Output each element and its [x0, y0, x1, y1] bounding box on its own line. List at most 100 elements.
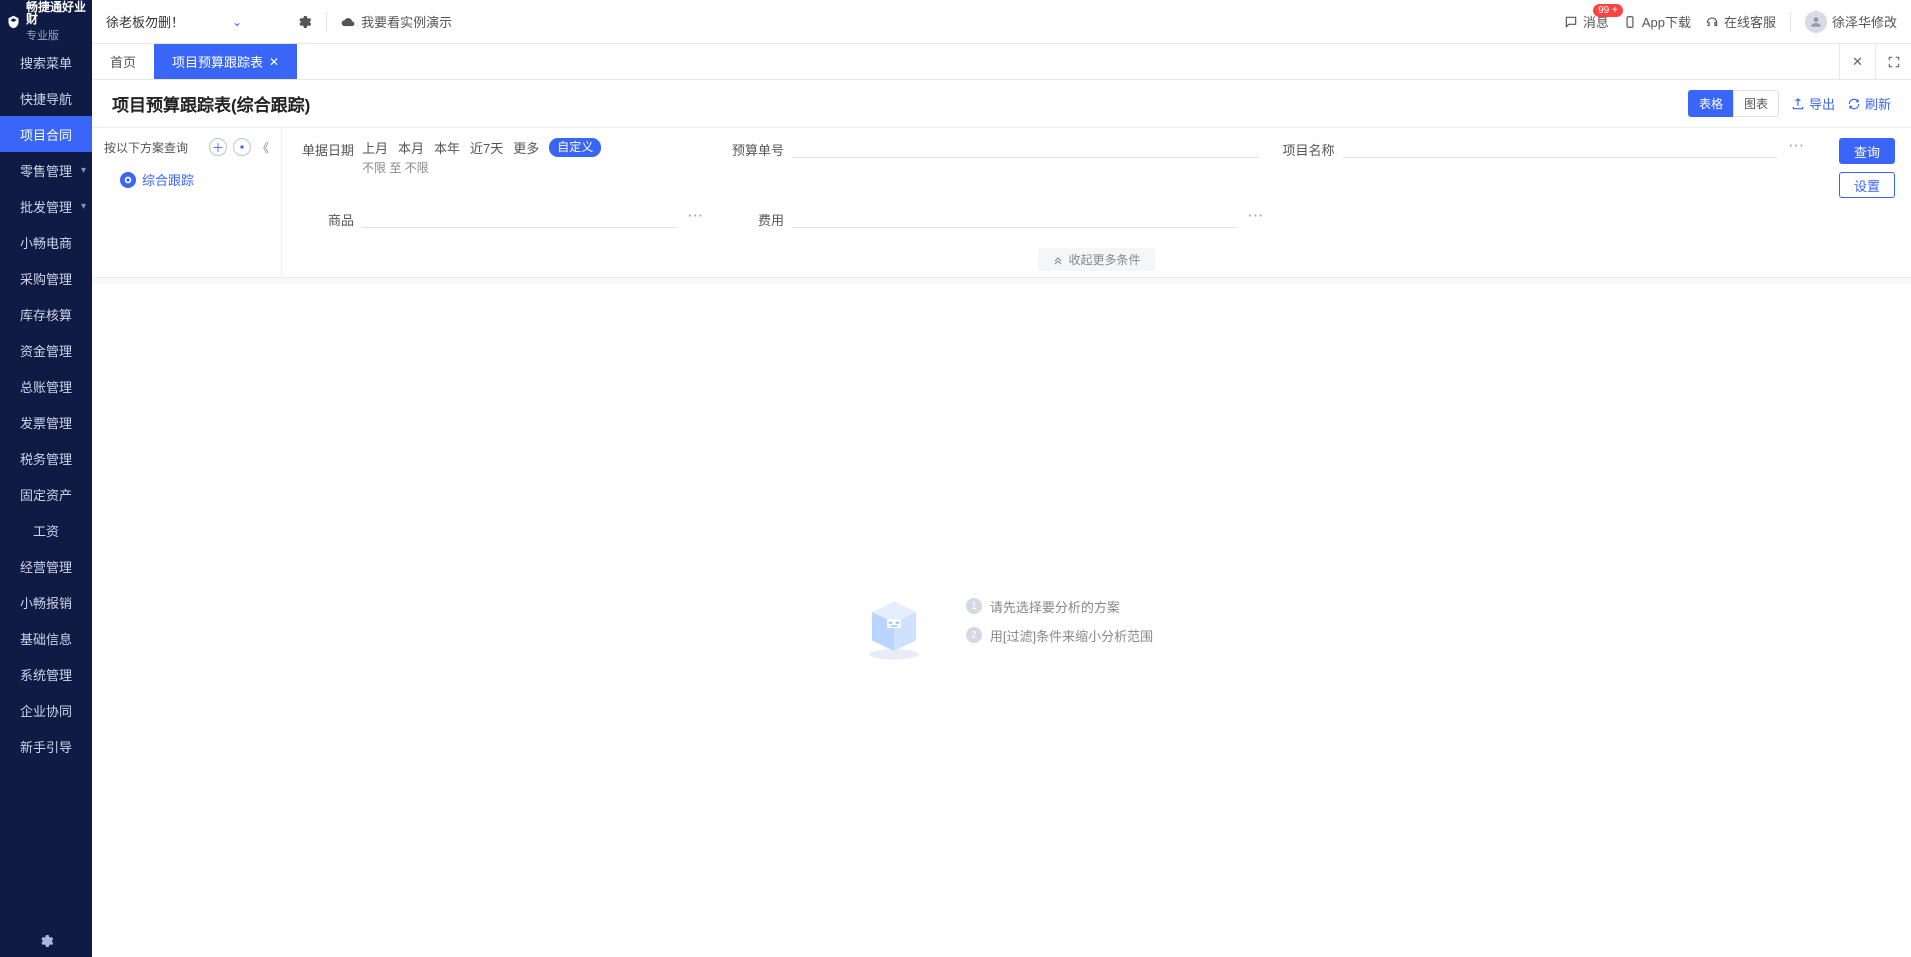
date-quick-option[interactable]: 近7天 — [470, 138, 503, 157]
budget-no-input[interactable] — [792, 138, 1259, 158]
date-label: 单据日期 — [298, 138, 354, 159]
chevron-down-icon: ▾ — [81, 165, 86, 176]
gear-icon — [38, 933, 54, 949]
date-quick-option[interactable]: 本年 — [434, 138, 460, 157]
export-button[interactable]: 导出 — [1791, 94, 1835, 113]
add-scheme-button[interactable]: ＋ — [209, 138, 227, 156]
fullscreen-toggle[interactable] — [1875, 44, 1911, 79]
brand-name: 畅捷通好业财 — [26, 1, 86, 25]
gear-icon — [237, 142, 247, 152]
sidebar-item-label: 资金管理 — [20, 341, 72, 360]
tab[interactable]: 首页 — [92, 44, 154, 79]
sidebar-item[interactable]: 税务管理 — [0, 440, 92, 476]
scheme-title: 按以下方案查询 — [104, 139, 188, 156]
scheme-settings-button[interactable] — [233, 138, 251, 156]
demo-link[interactable]: 我要看实例演示 — [341, 12, 452, 31]
scheme-item[interactable]: 综合跟踪 — [104, 170, 269, 189]
sidebar-item[interactable]: 工资 — [0, 512, 92, 548]
chevron-down-icon: ▾ — [81, 201, 86, 212]
chevron-down-icon: ⌄ — [192, 15, 282, 29]
app-download-label: App下载 — [1642, 12, 1691, 31]
date-quick-option[interactable]: 本月 — [398, 138, 424, 157]
close-icon[interactable]: ✕ — [269, 55, 279, 69]
step-badge: 1 — [966, 598, 982, 614]
sidebar-item[interactable]: 系统管理 — [0, 656, 92, 692]
refresh-label: 刷新 — [1865, 94, 1891, 113]
sidebar-item-label: 小畅电商 — [20, 233, 72, 252]
sidebar-item[interactable]: 搜索菜单 — [0, 44, 92, 80]
sidebar-item[interactable]: 批发管理 ▾ — [0, 188, 92, 224]
sidebar-settings-button[interactable] — [0, 925, 92, 957]
settings-button[interactable]: 设置 — [1839, 172, 1895, 198]
refresh-icon — [1847, 97, 1861, 111]
sidebar-item[interactable]: 发票管理 — [0, 404, 92, 440]
sidebar-item-label: 搜索菜单 — [20, 53, 72, 72]
tab-close-all[interactable]: ✕ — [1839, 44, 1875, 79]
scheme-icon — [120, 172, 136, 188]
product-label: 商品 — [298, 208, 354, 229]
date-quick-option[interactable]: 自定义 — [549, 138, 601, 157]
tab-bar: 首页 项目预算跟踪表 ✕ ✕ — [92, 44, 1911, 80]
sidebar-item-label: 库存核算 — [20, 305, 72, 324]
headset-icon — [1705, 15, 1719, 29]
sidebar-item-label: 经营管理 — [20, 557, 72, 576]
tab-label: 首页 — [110, 52, 136, 71]
sidebar-item[interactable]: 小畅报销 — [0, 584, 92, 620]
step-badge: 2 — [966, 627, 982, 643]
project-input[interactable] — [1343, 138, 1778, 158]
fee-picker-icon[interactable]: ··· — [1244, 208, 1268, 223]
sidebar-item[interactable]: 项目合同 — [0, 116, 92, 152]
sidebar-item-label: 税务管理 — [20, 449, 72, 468]
date-quick-option[interactable]: 上月 — [362, 138, 388, 157]
results-area: 1 请先选择要分析的方案 2 用[过滤]条件来缩小分析范围 — [92, 284, 1911, 957]
sidebar-item-label: 采购管理 — [20, 269, 72, 288]
sidebar-item-label: 快捷导航 — [20, 89, 72, 108]
sidebar-item-label: 批发管理 — [20, 197, 72, 216]
sidebar-item[interactable]: 新手引导 — [0, 728, 92, 764]
sidebar-item-label: 发票管理 — [20, 413, 72, 432]
export-icon — [1791, 97, 1805, 111]
sidebar-item[interactable]: 资金管理 — [0, 332, 92, 368]
scheme-panel: 按以下方案查询 ＋ 《 综合跟踪 — [92, 128, 282, 277]
sidebar-item[interactable]: 库存核算 — [0, 296, 92, 332]
sidebar-item[interactable]: 采购管理 — [0, 260, 92, 296]
sidebar-item[interactable]: 小畅电商 — [0, 224, 92, 260]
sidebar-item[interactable]: 固定资产 — [0, 476, 92, 512]
sidebar-item-label: 总账管理 — [20, 377, 72, 396]
product-input[interactable] — [362, 208, 676, 228]
step2-text: 用[过滤]条件来缩小分析范围 — [990, 626, 1153, 645]
view-chart-button[interactable]: 图表 — [1733, 90, 1779, 117]
sidebar-item[interactable]: 企业协同 — [0, 692, 92, 728]
budget-no-label: 预算单号 — [728, 138, 784, 159]
sidebar-item-label: 固定资产 — [20, 485, 72, 504]
tab-label: 项目预算跟踪表 — [172, 52, 263, 71]
brand-logo: 畅捷通好业财 专业版 — [0, 0, 92, 44]
app-download-button[interactable]: App下载 — [1623, 12, 1691, 31]
cloud-icon — [341, 15, 355, 29]
sidebar-item[interactable]: 经营管理 — [0, 548, 92, 584]
product-picker-icon[interactable]: ··· — [684, 208, 708, 223]
tab[interactable]: 项目预算跟踪表 ✕ — [154, 44, 297, 79]
sidebar-item[interactable]: 基础信息 — [0, 620, 92, 656]
tenant-selector[interactable]: 徐老板勿删！ ⌄ — [106, 12, 282, 31]
tenant-name: 徐老板勿删！ — [106, 12, 184, 31]
sidebar-item[interactable]: 快捷导航 — [0, 80, 92, 116]
sidebar-item[interactable]: 零售管理▾ — [0, 152, 92, 188]
collapse-more-label: 收起更多条件 — [1068, 251, 1140, 268]
tenant-settings-icon[interactable] — [296, 14, 312, 30]
collapse-scheme-panel[interactable]: 《 — [257, 139, 269, 156]
query-button[interactable]: 查询 — [1839, 138, 1895, 164]
date-quick-option[interactable]: 更多 — [513, 138, 539, 157]
online-service-button[interactable]: 在线客服 — [1705, 12, 1776, 31]
sidebar-item-label: 基础信息 — [20, 629, 72, 648]
view-table-button[interactable]: 表格 — [1688, 90, 1733, 117]
project-picker-icon[interactable]: ··· — [1785, 138, 1809, 153]
user-menu[interactable]: 徐泽华修改 — [1805, 11, 1897, 33]
refresh-button[interactable]: 刷新 — [1847, 94, 1891, 113]
fullscreen-icon — [1887, 55, 1901, 69]
collapse-more-conditions[interactable]: 收起更多条件 — [1038, 248, 1154, 271]
messages-button[interactable]: 消息 99 + — [1564, 12, 1609, 31]
date-quick-options: 上月本月本年近7天更多自定义 — [362, 138, 601, 157]
sidebar-item[interactable]: 总账管理 — [0, 368, 92, 404]
fee-input[interactable] — [792, 208, 1236, 228]
